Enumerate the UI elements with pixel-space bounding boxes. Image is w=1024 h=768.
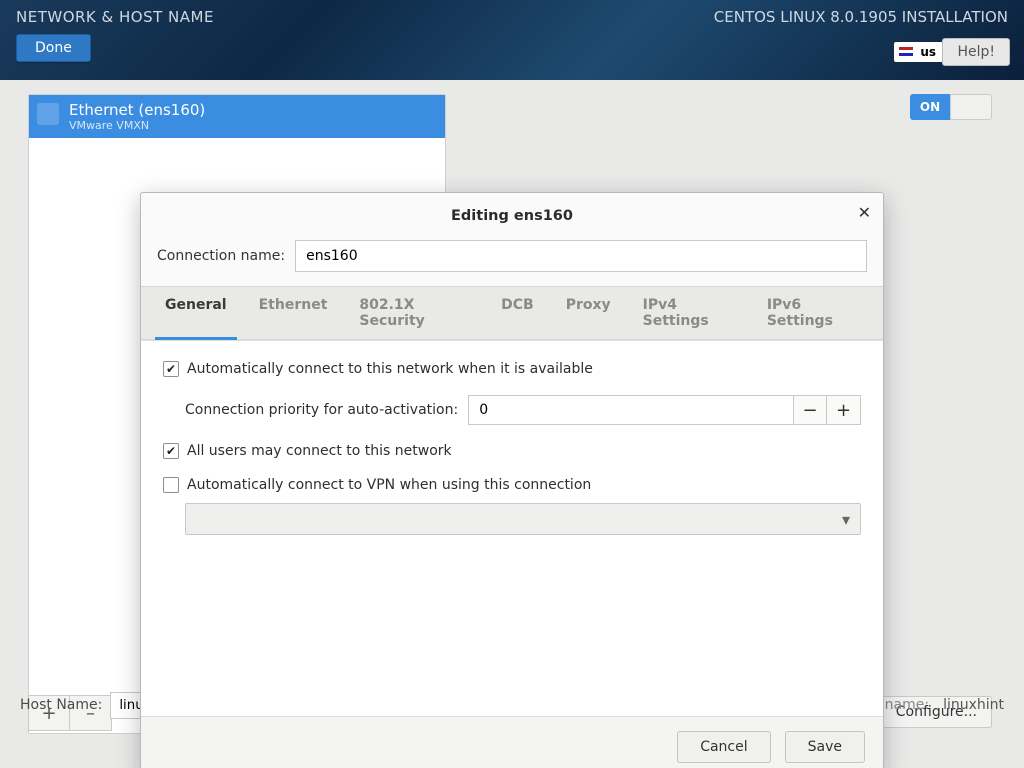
toggle-knob xyxy=(950,94,992,120)
keyboard-layout-indicator[interactable]: us xyxy=(894,42,944,62)
nic-name: Ethernet (ens160) xyxy=(69,101,435,119)
ethernet-icon xyxy=(37,103,59,125)
tab-dcb[interactable]: DCB xyxy=(485,287,550,339)
all-users-label: All users may connect to this network xyxy=(187,443,452,459)
priority-increment-button[interactable]: + xyxy=(827,395,861,425)
current-hostname-value: linuxhint xyxy=(943,697,1004,713)
toggle-on-label: ON xyxy=(910,94,950,120)
nic-subtitle: VMware VMXN xyxy=(69,119,435,132)
nic-enable-toggle[interactable]: ON xyxy=(910,94,992,120)
close-icon[interactable]: ✕ xyxy=(858,203,871,222)
flag-icon xyxy=(899,47,913,56)
nic-item-ens160[interactable]: Ethernet (ens160) VMware VMXN xyxy=(29,95,445,138)
keyboard-layout-label: us xyxy=(920,45,936,59)
priority-decrement-button[interactable]: − xyxy=(793,395,827,425)
connection-name-label: Connection name: xyxy=(157,248,285,264)
done-button[interactable]: Done xyxy=(16,34,91,62)
edit-connection-dialog: Editing ens160 ✕ Connection name: Genera… xyxy=(140,192,884,768)
tab-ipv4-settings[interactable]: IPv4 Settings xyxy=(627,287,751,339)
tab-ethernet[interactable]: Ethernet xyxy=(243,287,344,339)
all-users-checkbox[interactable] xyxy=(163,443,179,459)
connection-name-input[interactable] xyxy=(295,240,867,272)
auto-vpn-checkbox[interactable] xyxy=(163,477,179,493)
tab-8021x-security[interactable]: 802.1X Security xyxy=(343,287,485,339)
tab-proxy[interactable]: Proxy xyxy=(550,287,627,339)
auto-connect-label: Automatically connect to this network wh… xyxy=(187,361,593,377)
vpn-select[interactable] xyxy=(185,503,861,535)
cancel-button[interactable]: Cancel xyxy=(677,731,770,763)
priority-input[interactable] xyxy=(468,395,793,425)
dialog-title: Editing ens160 xyxy=(451,208,573,224)
tab-general-panel: Automatically connect to this network wh… xyxy=(141,340,883,716)
save-button[interactable]: Save xyxy=(785,731,865,763)
tab-ipv6-settings[interactable]: IPv6 Settings xyxy=(751,287,875,339)
priority-label: Connection priority for auto-activation: xyxy=(185,402,458,418)
installer-title: CENTOS LINUX 8.0.1905 INSTALLATION xyxy=(714,8,1008,26)
help-button[interactable]: Help! xyxy=(942,38,1010,66)
auto-vpn-label: Automatically connect to VPN when using … xyxy=(187,477,591,493)
tab-general[interactable]: General xyxy=(149,287,243,339)
dialog-tabs: General Ethernet 802.1X Security DCB Pro… xyxy=(141,286,883,340)
hostname-label: Host Name: xyxy=(20,697,102,713)
auto-connect-checkbox[interactable] xyxy=(163,361,179,377)
